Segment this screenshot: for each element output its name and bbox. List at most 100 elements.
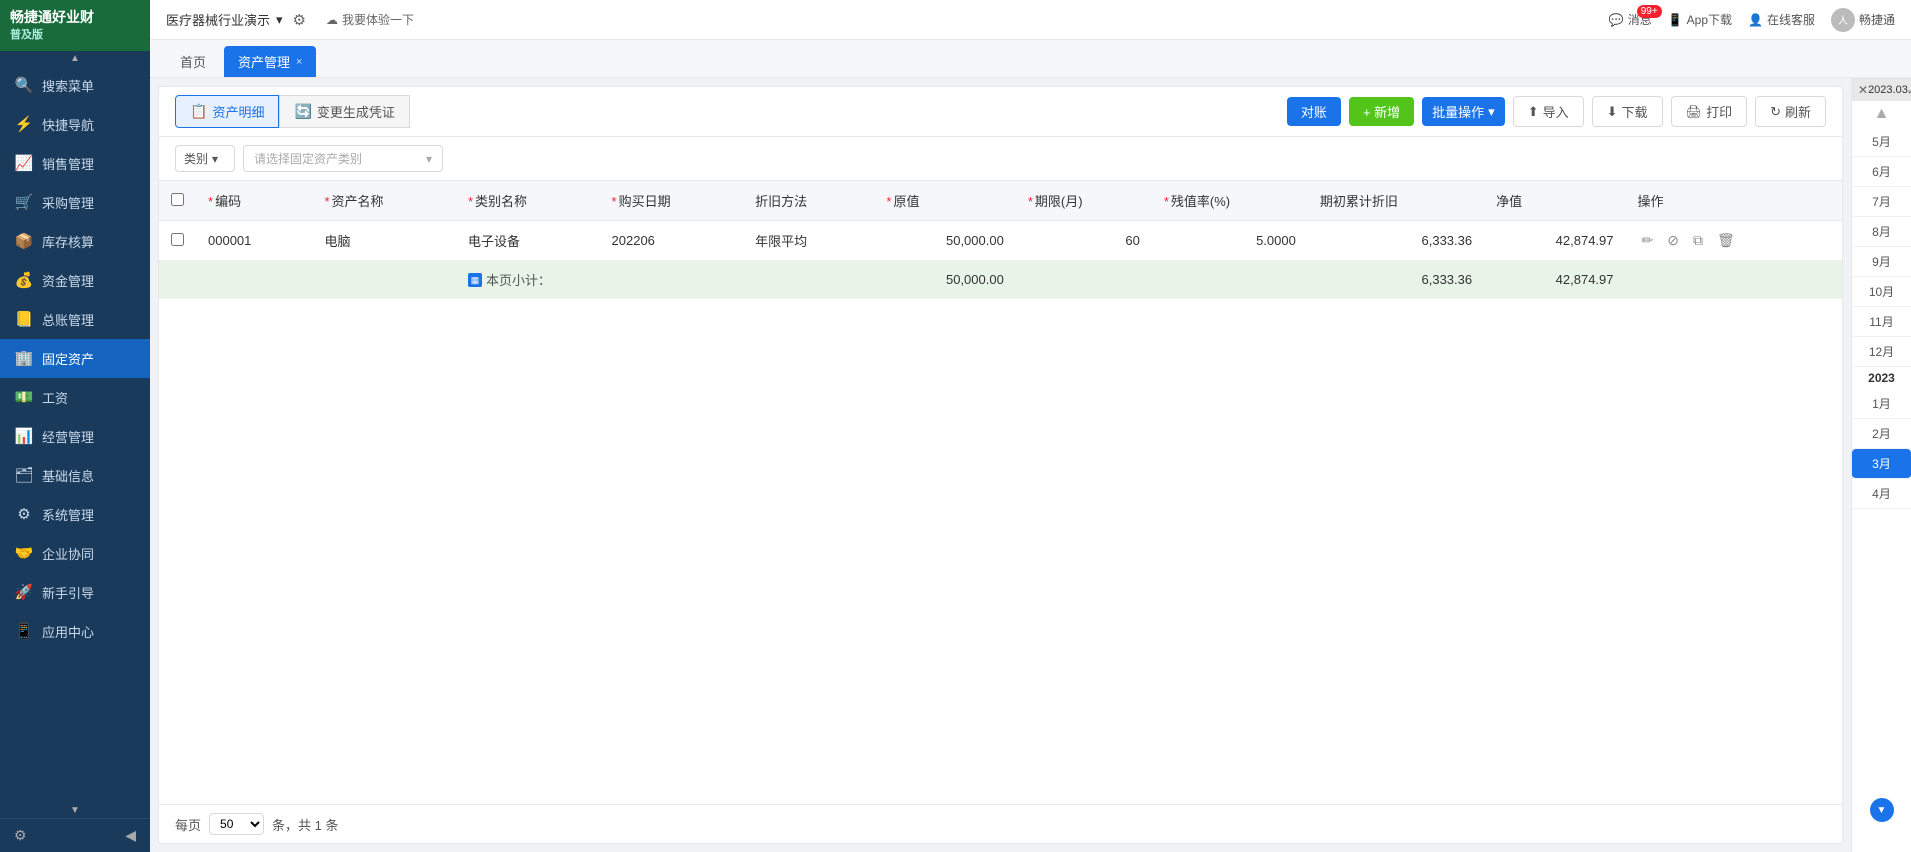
service-icon: 👤: [1748, 13, 1763, 27]
sidebar-icon-12: 🤝: [14, 544, 34, 562]
subtotal-label: 本页小计：: [486, 270, 551, 289]
select-all-checkbox[interactable]: [171, 193, 184, 206]
sidebar-item-应用中心[interactable]: 📱应用中心: [0, 612, 150, 651]
topbar: 医疗器械行业演示 ▾ ⚙ ☁ 我要体验一下 💬 消息 99+ 📱 App下载 👤…: [150, 0, 1911, 40]
category-input[interactable]: 请选择固定资产类别 ▾: [243, 145, 443, 172]
category-select[interactable]: 类别 ▾: [175, 145, 235, 172]
sidebar-scroll-up[interactable]: ▲: [0, 51, 150, 66]
tab-close-icon[interactable]: ×: [296, 56, 302, 68]
print-label: 打印: [1706, 102, 1732, 121]
subtab-asset-detail[interactable]: 📋 资产明细: [175, 95, 279, 128]
month-item-8月[interactable]: 8月: [1852, 217, 1911, 247]
sidebar-item-资金管理[interactable]: 💰资金管理: [0, 261, 150, 300]
main-area: 医疗器械行业演示 ▾ ⚙ ☁ 我要体验一下 💬 消息 99+ 📱 App下载 👤…: [150, 0, 1911, 852]
user-menu[interactable]: 人 畅捷通: [1831, 8, 1895, 32]
sidebar-item-总账管理[interactable]: 📒总账管理: [0, 300, 150, 339]
tab-home[interactable]: 首页: [166, 46, 220, 77]
app-edition: 普及版: [10, 28, 140, 43]
right-date-panel: ✕ 2023.03 ⤢ ▲ 5月6月7月8月9月10月11月12月20231月2…: [1851, 78, 1911, 852]
subtab-voucher-change[interactable]: 🔄 变更生成凭证: [279, 95, 409, 128]
right-panel-months: 5月6月7月8月9月10月11月12月20231月2月3月4月: [1852, 127, 1911, 852]
sidebar-item-固定资产[interactable]: 🏢固定资产: [0, 339, 150, 378]
batch-chevron-icon: ▾: [1488, 104, 1495, 120]
month-item-10月[interactable]: 10月: [1852, 277, 1911, 307]
sidebar-icon-10: 🗂: [14, 466, 34, 484]
sidebar-item-采购管理[interactable]: 🛒采购管理: [0, 183, 150, 222]
per-page-select[interactable]: 50 10 20 100: [209, 813, 264, 835]
edit-icon-0[interactable]: ✏: [1638, 230, 1658, 251]
company-name: 医疗器械行业演示: [166, 10, 270, 29]
month-item-12月[interactable]: 12月: [1852, 337, 1911, 367]
sidebar-icon-1: ⚡: [14, 115, 34, 133]
app-download-button[interactable]: 📱 App下载: [1668, 11, 1732, 28]
scroll-indicator: ▼: [1852, 798, 1911, 822]
filter-left: 类别 ▾ 请选择固定资产类别 ▾: [175, 145, 443, 172]
month-scroll-up[interactable]: ▲: [1870, 101, 1894, 127]
month-item-5月[interactable]: 5月: [1852, 127, 1911, 157]
message-button[interactable]: 💬 消息 99+: [1609, 11, 1652, 28]
tab-asset-management[interactable]: 资产管理 ×: [224, 46, 316, 77]
settings-icon[interactable]: ⚙: [14, 827, 27, 844]
app-icon: 📱: [1668, 13, 1683, 27]
sidebar-item-销售管理[interactable]: 📈销售管理: [0, 144, 150, 183]
month-item-9月[interactable]: 9月: [1852, 247, 1911, 277]
sidebar-icon-2: 📈: [14, 154, 34, 172]
month-item-7月[interactable]: 7月: [1852, 187, 1911, 217]
batch-ops-button[interactable]: 批量操作 ▾: [1422, 97, 1505, 126]
month-item-3月[interactable]: 3月: [1852, 449, 1911, 479]
sidebar-label-10: 基础信息: [42, 466, 94, 485]
total-label: 条，共 1 条: [272, 815, 338, 834]
sidebar-label-6: 总账管理: [42, 310, 94, 329]
row-checkbox-0[interactable]: [171, 233, 184, 246]
refresh-label: 刷新: [1785, 102, 1811, 121]
subtab-voucher-label: 变更生成凭证: [317, 102, 395, 121]
sidebar-item-系统管理[interactable]: ⚙系统管理: [0, 495, 150, 534]
download-button[interactable]: ⬇ 下载: [1592, 96, 1663, 127]
sidebar-scroll-down[interactable]: ▼: [0, 803, 150, 818]
header-period: *期限(月): [1016, 181, 1152, 221]
sidebar-item-搜索菜单[interactable]: 🔍搜索菜单: [0, 66, 150, 105]
right-panel-close-icon[interactable]: ✕: [1858, 83, 1868, 97]
month-item-2月[interactable]: 2月: [1852, 419, 1911, 449]
header-purchase-date: *购买日期: [600, 181, 744, 221]
sidebar-label-14: 应用中心: [42, 622, 94, 641]
sidebar-label-8: 工资: [42, 388, 68, 407]
sidebar-label-4: 库存核算: [42, 232, 94, 251]
sidebar-item-新手引导[interactable]: 🚀新手引导: [0, 573, 150, 612]
service-button[interactable]: 👤 在线客服: [1748, 11, 1815, 28]
experience-button[interactable]: ☁ 我要体验一下: [326, 11, 414, 28]
row-category-0: 电子设备: [456, 221, 600, 261]
sidebar-item-经营管理[interactable]: 📊经营管理: [0, 417, 150, 456]
header-net-value: 净值: [1484, 181, 1625, 221]
new-button[interactable]: + 新增: [1349, 97, 1414, 126]
import-button[interactable]: ⬆ 导入: [1513, 96, 1584, 127]
refresh-button[interactable]: ↻ 刷新: [1755, 96, 1826, 127]
reconcile-button[interactable]: 对账: [1287, 97, 1341, 126]
sidebar-item-库存核算[interactable]: 📦库存核算: [0, 222, 150, 261]
print-icon: 🖨: [1686, 104, 1703, 120]
sidebar-item-基础信息[interactable]: 🗂 基础信息: [0, 456, 150, 495]
delete-icon-0[interactable]: 🗑: [1713, 230, 1739, 251]
topbar-gear-icon[interactable]: ⚙: [293, 11, 306, 29]
row-period-0: 60: [1016, 221, 1152, 261]
horizontal-scrollbar[interactable]: [159, 792, 1842, 804]
sidebar-item-企业协同[interactable]: 🤝企业协同: [0, 534, 150, 573]
sidebar-item-快捷导航[interactable]: ⚡快捷导航: [0, 105, 150, 144]
scroll-down-circle[interactable]: ▼: [1870, 798, 1894, 822]
collapse-icon[interactable]: ◀: [125, 827, 136, 844]
copy-icon-0[interactable]: ⧉: [1689, 230, 1707, 251]
header-category: *类别名称: [456, 181, 600, 221]
asset-detail-icon: 📋: [190, 103, 207, 120]
month-item-4月[interactable]: 4月: [1852, 479, 1911, 509]
sidebar-icon-7: 🏢: [14, 349, 34, 367]
user-avatar: 人: [1831, 8, 1855, 32]
header-code: *编码: [196, 181, 312, 221]
month-item-1月[interactable]: 1月: [1852, 389, 1911, 419]
disable-icon-0[interactable]: ⊘: [1663, 230, 1683, 251]
month-item-6月[interactable]: 6月: [1852, 157, 1911, 187]
sidebar-item-工资[interactable]: 💵工资: [0, 378, 150, 417]
month-item-11月[interactable]: 11月: [1852, 307, 1911, 337]
company-selector[interactable]: 医疗器械行业演示 ▾: [166, 10, 283, 29]
print-button[interactable]: 🖨 打印: [1671, 96, 1748, 127]
header-checkbox-cell: [159, 181, 196, 221]
